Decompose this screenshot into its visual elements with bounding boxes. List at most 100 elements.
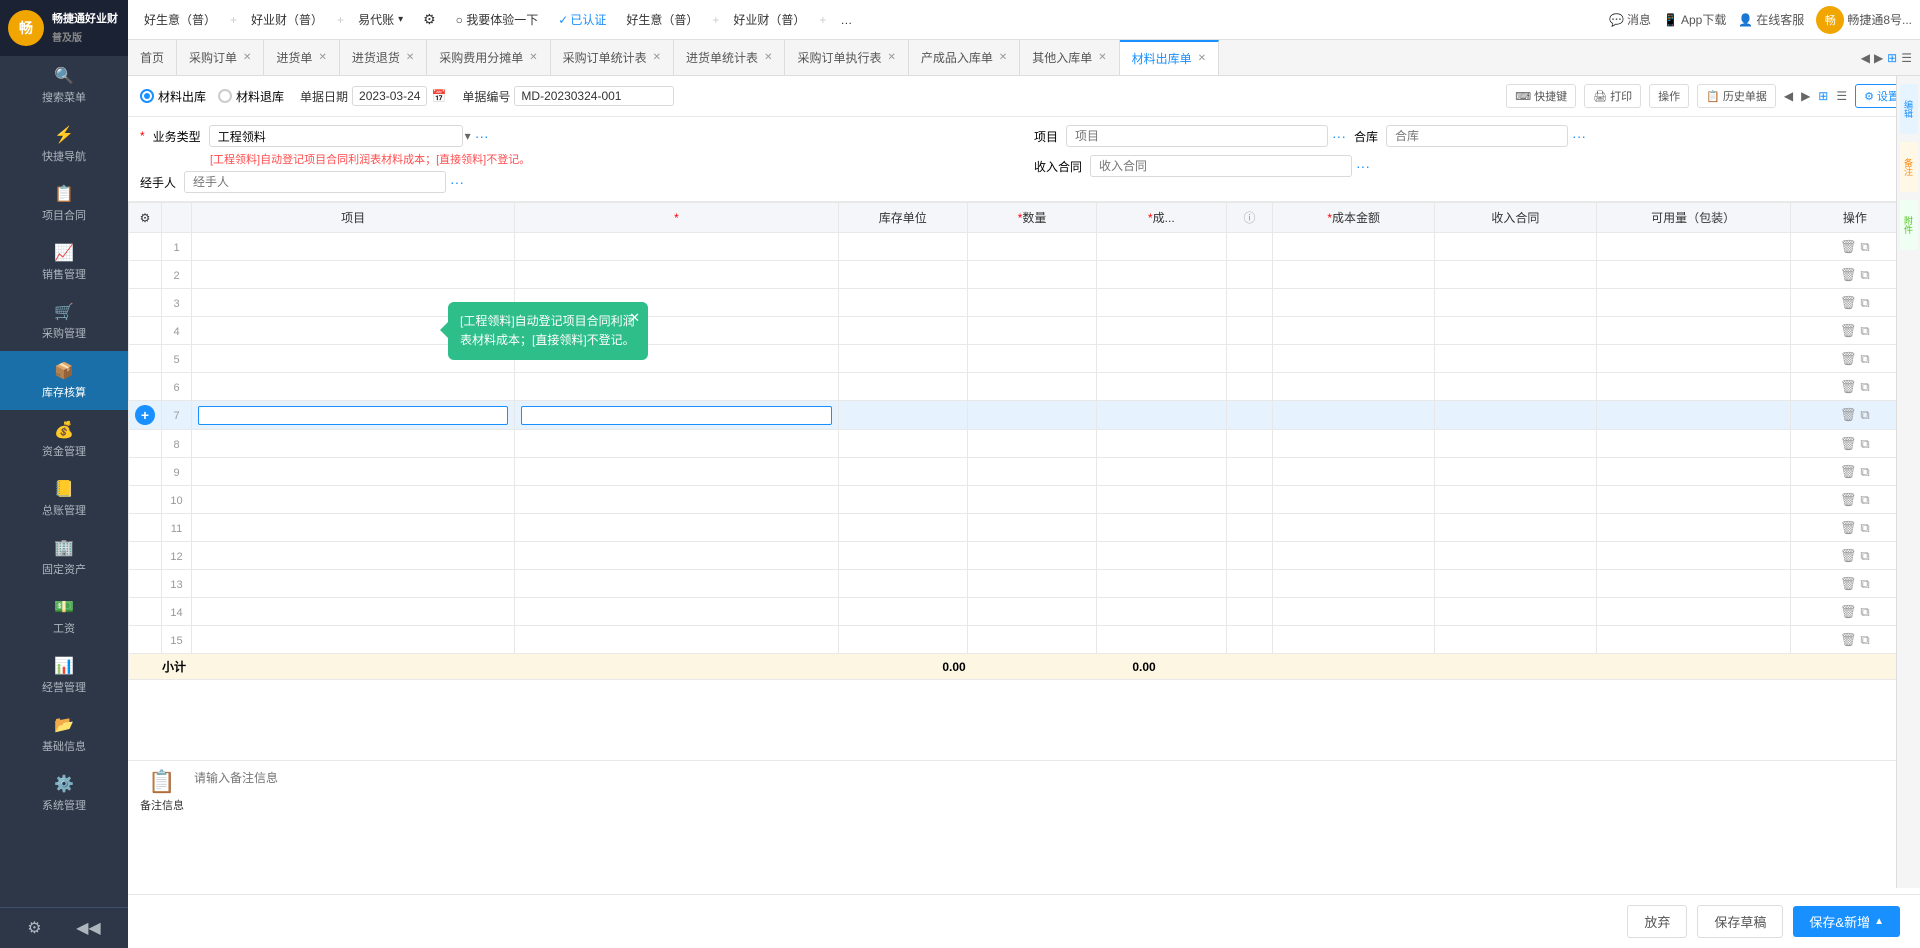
nav-more[interactable]: … (832, 9, 860, 31)
tab-list-icon[interactable]: ☰ (1901, 51, 1912, 65)
tab-purchase-expense[interactable]: 采购费用分摊单 ✕ (427, 40, 550, 76)
sidebar-item-project[interactable]: 📋 项目合同 (0, 174, 128, 233)
row-delete-icon[interactable]: 🗑 (1840, 379, 1857, 395)
row-copy-icon[interactable]: ⧉ (1860, 323, 1869, 339)
add-row-button[interactable]: + (135, 405, 155, 425)
row-copy-icon[interactable]: ⧉ (1860, 379, 1869, 395)
row-delete-icon[interactable]: 🗑 (1840, 295, 1857, 311)
project-dots[interactable]: ··· (1332, 128, 1346, 144)
sidebar-item-shortcut[interactable]: ⚡ 快捷导航 (0, 115, 128, 174)
row-delete-icon[interactable]: 🗑 (1840, 604, 1857, 620)
tab-grid-icon[interactable]: ⊞ (1887, 51, 1897, 65)
tab-other-inbound[interactable]: 其他入库单 ✕ (1020, 40, 1119, 76)
row-material-cell[interactable] (515, 373, 838, 401)
row-delete-icon[interactable]: 🗑 (1840, 548, 1857, 564)
row-copy-icon[interactable]: ⧉ (1860, 520, 1869, 536)
nav-good-business[interactable]: 好生意（普） (136, 7, 224, 32)
row-material-cell[interactable] (515, 233, 838, 261)
sidebar-item-operations[interactable]: 📊 经营管理 (0, 646, 128, 705)
view-grid-icon[interactable]: ⊞ (1818, 89, 1828, 103)
discard-button[interactable]: 放弃 (1627, 905, 1687, 938)
sidebar-item-assets[interactable]: 🏢 固定资产 (0, 528, 128, 587)
row-project-cell[interactable] (192, 570, 515, 598)
settings-icon[interactable]: ⚙ (27, 918, 41, 938)
row-project-cell[interactable] (192, 373, 515, 401)
handler-input[interactable] (184, 171, 446, 193)
th-gear[interactable]: ⚙ (129, 203, 162, 233)
row-project-cell[interactable] (192, 458, 515, 486)
sidebar-item-salary[interactable]: 💵 工资 (0, 587, 128, 646)
row-material-input[interactable] (521, 406, 831, 425)
row-copy-icon[interactable]: ⧉ (1860, 548, 1869, 564)
row-copy-icon[interactable]: ⧉ (1860, 351, 1869, 367)
row-delete-icon[interactable]: 🗑 (1840, 351, 1857, 367)
sidebar-item-basic[interactable]: 📂 基础信息 (0, 705, 128, 764)
row-project-cell[interactable] (192, 486, 515, 514)
row-copy-icon[interactable]: ⧉ (1860, 267, 1869, 283)
tab-purchase-stats[interactable]: 采购订单统计表 ✕ (551, 40, 674, 76)
th-info[interactable]: ⓘ (1226, 203, 1273, 233)
row-project-cell[interactable] (192, 430, 515, 458)
tab-next-icon[interactable]: ▶ (1874, 51, 1883, 65)
right-panel-btn-2[interactable]: 备注 (1900, 142, 1918, 192)
tab-incoming-stats[interactable]: 进货单统计表 ✕ (674, 40, 785, 76)
row-project-cell[interactable] (192, 261, 515, 289)
tab-close-icon[interactable]: ✕ (318, 52, 326, 63)
save-draft-button[interactable]: 保存草稿 (1697, 905, 1783, 938)
nav-online-support[interactable]: 👤 在线客服 (1738, 11, 1804, 28)
shortcut-key-button[interactable]: ⌨ 快捷键 (1506, 84, 1576, 108)
row-project-cell[interactable] (192, 233, 515, 261)
warehouse-input[interactable] (1386, 125, 1568, 147)
nav-good-finance[interactable]: 好业财（普） (243, 7, 331, 32)
tab-purchase-order[interactable]: 采购订单 ✕ (177, 40, 264, 76)
sidebar-item-search[interactable]: 🔍 搜索菜单 (0, 56, 128, 115)
operation-button[interactable]: 操作 (1649, 84, 1689, 108)
tab-finished-goods[interactable]: 产成品入库单 ✕ (909, 40, 1020, 76)
calendar-icon[interactable]: 📅 (431, 89, 446, 103)
history-button[interactable]: 📋 历史单据 (1697, 84, 1776, 108)
sidebar-item-sales[interactable]: 📈 销售管理 (0, 233, 128, 292)
row-copy-icon[interactable]: ⧉ (1860, 436, 1869, 452)
sidebar-item-inventory[interactable]: 📦 库存核算 (0, 351, 128, 410)
row-material-cell[interactable] (515, 598, 838, 626)
right-panel-btn-1[interactable]: 编辑 (1900, 84, 1918, 134)
tab-purchase-exec[interactable]: 采购订单执行表 ✕ (785, 40, 908, 76)
row-delete-icon[interactable]: 🗑 (1840, 267, 1857, 283)
radio-material-out[interactable]: 材料出库 (140, 88, 206, 105)
income-contract-dots[interactable]: ··· (1356, 158, 1370, 174)
tab-close-icon[interactable]: ✕ (887, 52, 895, 63)
row-project-cell[interactable] (192, 542, 515, 570)
nav-right-icon[interactable]: ▶ (1801, 89, 1810, 103)
row-copy-icon[interactable]: ⧉ (1860, 632, 1869, 648)
row-delete-icon[interactable]: 🗑 (1840, 436, 1857, 452)
nav-user[interactable]: 畅 畅捷通8号... (1816, 6, 1912, 34)
row-material-cell[interactable] (515, 401, 838, 430)
sidebar-item-purchase[interactable]: 🛒 采购管理 (0, 292, 128, 351)
info-icon[interactable]: ⓘ (1243, 211, 1255, 225)
tab-incoming[interactable]: 进货单 ✕ (264, 40, 339, 76)
tab-close-icon[interactable]: ✕ (764, 52, 772, 63)
row-copy-icon[interactable]: ⧉ (1860, 295, 1869, 311)
row-material-cell[interactable] (515, 542, 838, 570)
row-delete-icon[interactable]: 🗑 (1840, 464, 1857, 480)
row-copy-icon[interactable]: ⧉ (1860, 239, 1869, 255)
row-delete-icon[interactable]: 🗑 (1840, 239, 1857, 255)
row-copy-icon[interactable]: ⧉ (1860, 464, 1869, 480)
row-project-cell[interactable] (192, 598, 515, 626)
row-delete-icon[interactable]: 🗑 (1840, 492, 1857, 508)
sidebar-item-finance[interactable]: 💰 资金管理 (0, 410, 128, 469)
tab-prev-icon[interactable]: ◀ (1861, 51, 1870, 65)
notes-input[interactable] (194, 769, 1908, 809)
income-contract-input[interactable] (1090, 155, 1352, 177)
tab-incoming-return[interactable]: 进货退货 ✕ (340, 40, 427, 76)
row-material-cell[interactable] (515, 570, 838, 598)
row-delete-icon[interactable]: 🗑 (1840, 576, 1857, 592)
nav-good-finance-2[interactable]: 好业财（普） (725, 7, 813, 32)
business-type-input[interactable] (209, 125, 463, 147)
project-input[interactable] (1066, 125, 1328, 147)
row-delete-icon[interactable]: 🗑 (1840, 323, 1857, 339)
row-delete-icon[interactable]: 🗑 (1840, 632, 1857, 648)
save-new-button[interactable]: 保存&新增 ▲ (1793, 906, 1900, 937)
view-list-icon[interactable]: ☰ (1836, 89, 1847, 103)
row-material-cell[interactable] (515, 514, 838, 542)
